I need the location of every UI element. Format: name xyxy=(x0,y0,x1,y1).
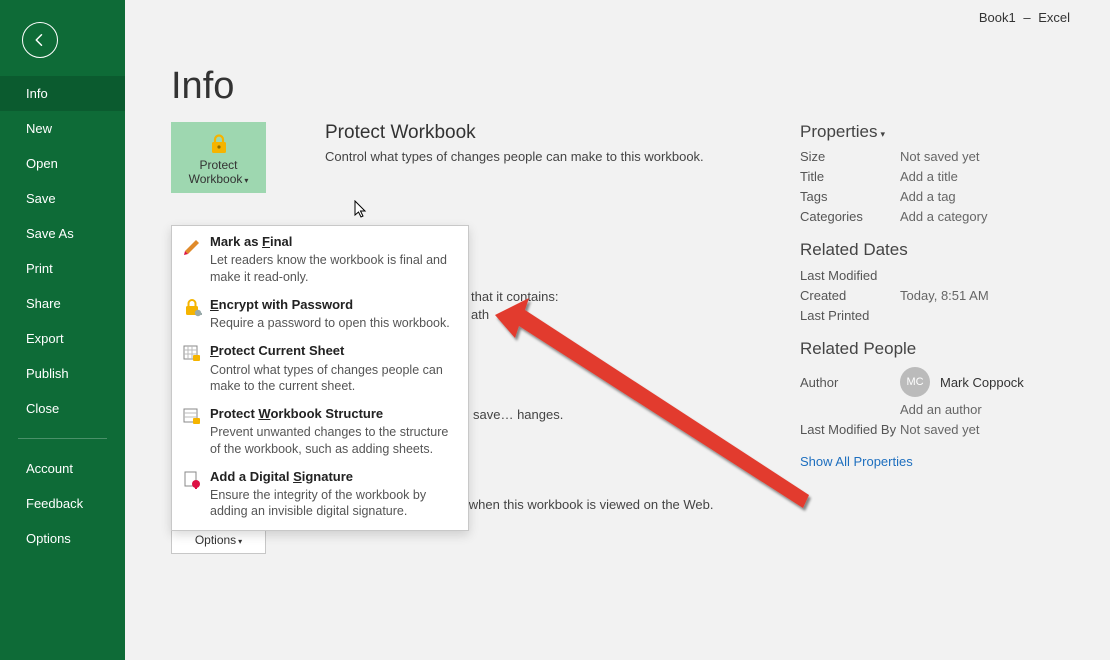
sidebar-item-new[interactable]: New xyxy=(0,111,125,146)
sidebar-item-close[interactable]: Close xyxy=(0,391,125,426)
related-dates-heading: Related Dates xyxy=(800,240,1080,260)
menu-item-encrypt-password[interactable]: Encrypt with PasswordRequire a password … xyxy=(172,292,468,339)
prop-row-title: TitleAdd a title xyxy=(800,169,1080,184)
show-all-properties-link[interactable]: Show All Properties xyxy=(800,454,913,469)
prop-row-last-modified: Last Modified xyxy=(800,268,1080,283)
menu-item-mark-as-final[interactable]: Mark as FinalLet readers know the workbo… xyxy=(172,229,468,292)
author-row: Author MC Mark Coppock xyxy=(800,367,1080,397)
prop-row-size: SizeNot saved yet xyxy=(800,149,1080,164)
author-name[interactable]: Mark Coppock xyxy=(940,375,1024,390)
prop-row-last-printed: Last Printed xyxy=(800,308,1080,323)
title-bar: Book1 – Excel xyxy=(125,0,1110,25)
signature-icon xyxy=(182,470,202,490)
protect-workbook-button[interactable]: Protect Workbook▾ xyxy=(171,122,266,193)
avatar: MC xyxy=(900,367,930,397)
sidebar-separator xyxy=(18,438,107,439)
final-icon xyxy=(182,235,202,255)
sidebar-item-print[interactable]: Print xyxy=(0,251,125,286)
protect-desc: Control what types of changes people can… xyxy=(325,148,751,166)
sidebar-item-publish[interactable]: Publish xyxy=(0,356,125,391)
sidebar-item-share[interactable]: Share xyxy=(0,286,125,321)
page-title: Info xyxy=(171,65,1110,108)
protect-workbook-label: Protect Workbook xyxy=(189,158,243,186)
related-people-heading: Related People xyxy=(800,339,1080,359)
sidebar-item-open[interactable]: Open xyxy=(0,146,125,181)
menu-item-protect-structure[interactable]: Protect Workbook StructurePrevent unwant… xyxy=(172,401,468,464)
sidebar-item-feedback[interactable]: Feedback xyxy=(0,486,125,521)
peek-text-1: that it contains: xyxy=(471,289,558,304)
file-name: Book1 xyxy=(979,10,1016,25)
prop-row-created: CreatedToday, 8:51 AM xyxy=(800,288,1080,303)
lock-icon xyxy=(182,298,202,318)
prop-row-tags: TagsAdd a tag xyxy=(800,189,1080,204)
peek-text-3: save… hanges. xyxy=(473,407,563,422)
menu-item-protect-sheet[interactable]: Protect Current SheetControl what types … xyxy=(172,338,468,401)
protect-workbook-menu: Mark as FinalLet readers know the workbo… xyxy=(171,225,469,531)
sidebar-item-save[interactable]: Save xyxy=(0,181,125,216)
protect-heading: Protect Workbook xyxy=(325,122,751,144)
menu-item-digital-signature[interactable]: Add a Digital SignatureEnsure the integr… xyxy=(172,464,468,527)
backstage-content: Book1 – Excel Info Protect Workbook▾ xyxy=(125,0,1110,660)
lock-key-icon xyxy=(206,133,232,155)
backstage-sidebar: Info New Open Save Save As Print Share E… xyxy=(0,0,125,660)
peek-text-2: ath xyxy=(471,307,489,322)
structure-lock-icon xyxy=(182,407,202,427)
sidebar-item-export[interactable]: Export xyxy=(0,321,125,356)
sidebar-item-save-as[interactable]: Save As xyxy=(0,216,125,251)
prop-row-categories: CategoriesAdd a category xyxy=(800,209,1080,224)
back-button[interactable] xyxy=(22,22,58,58)
last-modified-by-row: Last Modified ByNot saved yet xyxy=(800,422,1080,437)
add-author-row[interactable]: Add an author xyxy=(800,402,1080,417)
app-name: Excel xyxy=(1038,10,1070,25)
sidebar-item-info[interactable]: Info xyxy=(0,76,125,111)
properties-heading[interactable]: Properties▾ xyxy=(800,122,1080,142)
arrow-left-icon xyxy=(31,31,49,49)
sidebar-item-account[interactable]: Account xyxy=(0,451,125,486)
sheet-lock-icon xyxy=(182,344,202,364)
sidebar-item-options[interactable]: Options xyxy=(0,521,125,556)
